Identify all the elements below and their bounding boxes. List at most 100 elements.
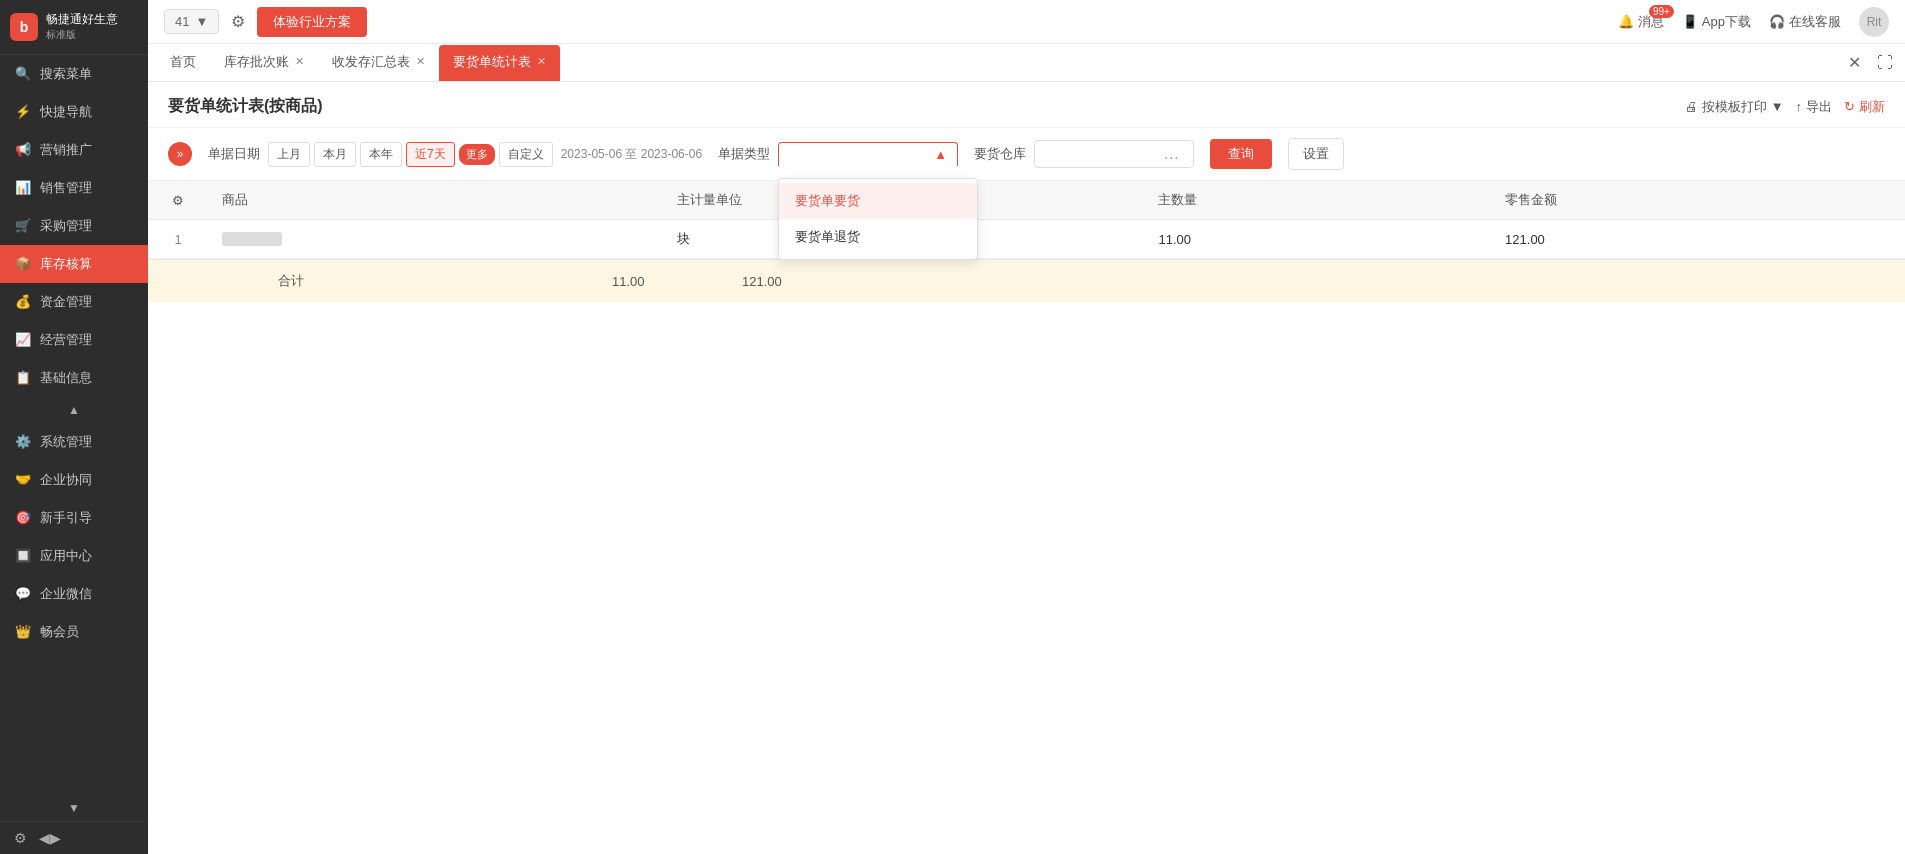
sidebar-item-marketing[interactable]: 📢 营销推广 xyxy=(0,131,148,169)
tabbar-expand-btn[interactable]: ⛶ xyxy=(1873,50,1897,76)
refresh-icon: ↻ xyxy=(1844,99,1855,114)
clipboard-icon: 📋 xyxy=(14,369,32,387)
warehouse-filter-group: 要货仓库 … xyxy=(974,140,1194,168)
sidebar-logo: b 畅捷通好生意 标准版 xyxy=(0,0,148,55)
chevron-up-icon: ▲ xyxy=(934,147,947,162)
wechat-icon: 💬 xyxy=(14,585,32,603)
sidebar-nav: 🔍 搜索菜单 ⚡ 快捷导航 📢 营销推广 📊 销售管理 🛒 采购管理 📦 库存核… xyxy=(0,55,148,795)
sidebar-item-guide[interactable]: 🎯 新手引导 xyxy=(0,499,148,537)
printer-icon: 🖨 xyxy=(1685,99,1698,114)
cell-amount: 121.00 xyxy=(1491,220,1905,259)
sidebar-item-search[interactable]: 🔍 搜索菜单 xyxy=(0,55,148,93)
export-btn[interactable]: ↑ 导出 xyxy=(1796,98,1833,116)
col-product: 商品 xyxy=(208,181,663,220)
cart-icon: 🛒 xyxy=(14,217,32,235)
type-dropdown-trigger[interactable]: ▲ xyxy=(778,142,958,166)
refresh-btn[interactable]: ↻ 刷新 xyxy=(1844,98,1885,116)
headset-icon: 🎧 xyxy=(1769,14,1785,29)
date-btn-last-7-days[interactable]: 近7天 xyxy=(406,142,455,167)
query-btn[interactable]: 查询 xyxy=(1210,139,1272,169)
sidebar-item-inventory[interactable]: 📦 库存核算 xyxy=(0,245,148,283)
sidebar-item-wechat[interactable]: 💬 企业微信 xyxy=(0,575,148,613)
tab-home[interactable]: 首页 xyxy=(156,45,210,81)
sidebar-item-finance[interactable]: 💰 资金管理 xyxy=(0,283,148,321)
chevron-down-icon2: ▼ xyxy=(1771,99,1784,114)
sidebar-scroll-up: ▲ xyxy=(0,397,148,423)
table-footer: 合计 11.00 121.00 xyxy=(148,259,1905,302)
settings-bottom-icon[interactable]: ⚙ xyxy=(14,830,27,846)
scroll-up-btn[interactable]: ▲ xyxy=(60,401,88,419)
warehouse-more-btn[interactable]: … xyxy=(1159,145,1183,163)
messages-btn[interactable]: 🔔 消息 99+ xyxy=(1618,13,1664,31)
date-btn-this-month[interactable]: 本月 xyxy=(314,142,356,167)
search-icon: 🔍 xyxy=(14,65,32,83)
sidebar-item-operation[interactable]: 📈 经营管理 xyxy=(0,321,148,359)
sidebar-item-purchase[interactable]: 🛒 采购管理 xyxy=(0,207,148,245)
dropdown-item-0[interactable]: 要货单要货 xyxy=(779,183,977,219)
sidebar-bottom-icons: ⚙ ◀▶ xyxy=(14,830,61,846)
footer-quantity: 11.00 xyxy=(612,274,712,289)
topbar-left: 41 ▼ ⚙ 体验行业方案 xyxy=(164,7,367,37)
tabbar: 首页 库存批次账 ✕ 收发存汇总表 ✕ 要货单统计表 ✕ ✕ ⛶ xyxy=(148,44,1905,82)
date-btn-more[interactable]: 更多 xyxy=(459,144,495,165)
dropdown-item-1[interactable]: 要货单退货 xyxy=(779,219,977,255)
filter-expand-btn[interactable]: » xyxy=(168,142,192,166)
page-title: 要货单统计表(按商品) xyxy=(168,96,323,117)
app-logo-icon: b xyxy=(10,13,38,41)
trial-btn[interactable]: 体验行业方案 xyxy=(257,7,367,37)
box-icon: 📦 xyxy=(14,255,32,273)
date-btn-custom[interactable]: 自定义 xyxy=(499,142,553,167)
handshake-icon: 🤝 xyxy=(14,471,32,489)
sidebar-item-system[interactable]: ⚙️ 系统管理 xyxy=(0,423,148,461)
tab-close-receipt-summary[interactable]: ✕ xyxy=(416,55,425,68)
tab-close-inventory-batch[interactable]: ✕ xyxy=(295,55,304,68)
tab-inventory-batch[interactable]: 库存批次账 ✕ xyxy=(210,45,318,81)
tab-order-stats[interactable]: 要货单统计表 ✕ xyxy=(439,45,560,81)
table-body: 1 块 11.00 121.00 xyxy=(148,220,1905,259)
sidebar-bottom: ⚙ ◀▶ xyxy=(0,821,148,854)
chevron-down-icon: ▼ xyxy=(195,14,208,29)
cell-quantity: 11.00 xyxy=(1144,220,1491,259)
table-wrapper: ⚙ 商品 主计量单位 主数量 零售金额 1 块 1 xyxy=(148,181,1905,259)
tabbar-actions: ✕ ⛶ xyxy=(1844,49,1897,76)
page-header: 要货单统计表(按商品) 🖨 按模板打印 ▼ ↑ 导出 ↻ 刷新 xyxy=(148,82,1905,128)
online-service-btn[interactable]: 🎧 在线客服 xyxy=(1769,13,1841,31)
col-quantity: 主数量 xyxy=(1144,181,1491,220)
type-filter-group: 单据类型 ▲ 要货单要货 要货单退货 xyxy=(718,142,958,166)
sidebar-item-sales[interactable]: 📊 销售管理 xyxy=(0,169,148,207)
tabbar-close-all-btn[interactable]: ✕ xyxy=(1844,49,1865,76)
sidebar-item-member[interactable]: 👑 畅会员 xyxy=(0,613,148,651)
filter-bar: » 单据日期 上月 本月 本年 近7天 更多 自定义 2023-05-06 至 … xyxy=(148,128,1905,181)
megaphone-icon: 📢 xyxy=(14,141,32,159)
tab-close-order-stats[interactable]: ✕ xyxy=(537,55,546,68)
print-btn[interactable]: 🖨 按模板打印 ▼ xyxy=(1685,98,1784,116)
sidebar-item-basic-info[interactable]: 📋 基础信息 xyxy=(0,359,148,397)
date-btn-last-month[interactable]: 上月 xyxy=(268,142,310,167)
col-settings[interactable]: ⚙ xyxy=(148,181,208,220)
tab-receipt-summary[interactable]: 收发存汇总表 ✕ xyxy=(318,45,439,81)
cell-index: 1 xyxy=(148,220,208,259)
warehouse-dropdown[interactable]: … xyxy=(1034,140,1194,168)
scroll-down-btn[interactable]: ▼ xyxy=(60,799,88,817)
chart-icon: 📊 xyxy=(14,179,32,197)
app-logo-text: 畅捷通好生意 标准版 xyxy=(46,12,118,42)
settings-btn[interactable]: 设置 xyxy=(1288,138,1344,170)
date-btn-this-year[interactable]: 本年 xyxy=(360,142,402,167)
settings-icon[interactable]: ⚙ xyxy=(231,12,245,31)
sidebar-item-enterprise[interactable]: 🤝 企业协同 xyxy=(0,461,148,499)
trending-icon: 📈 xyxy=(14,331,32,349)
app-download-btn[interactable]: 📱 App下载 xyxy=(1682,13,1751,31)
apps-icon: 🔲 xyxy=(14,547,32,565)
data-table: ⚙ 商品 主计量单位 主数量 零售金额 1 块 1 xyxy=(148,181,1905,259)
product-blurred xyxy=(222,232,282,246)
collapse-icon[interactable]: ◀▶ xyxy=(39,830,61,846)
user-avatar[interactable]: Rit xyxy=(1859,7,1889,37)
sidebar-item-app-center[interactable]: 🔲 应用中心 xyxy=(0,537,148,575)
company-dropdown[interactable]: 41 ▼ xyxy=(164,9,219,34)
topbar: 41 ▼ ⚙ 体验行业方案 🔔 消息 99+ 📱 App下载 🎧 在线客服 Ri… xyxy=(148,0,1905,44)
date-range-text: 2023-05-06 至 2023-06-06 xyxy=(561,146,702,163)
export-icon: ↑ xyxy=(1796,99,1803,114)
table-row: 1 块 11.00 121.00 xyxy=(148,220,1905,259)
sidebar-item-shortcuts[interactable]: ⚡ 快捷导航 xyxy=(0,93,148,131)
dropdown-menu: 要货单要货 要货单退货 xyxy=(778,178,978,260)
